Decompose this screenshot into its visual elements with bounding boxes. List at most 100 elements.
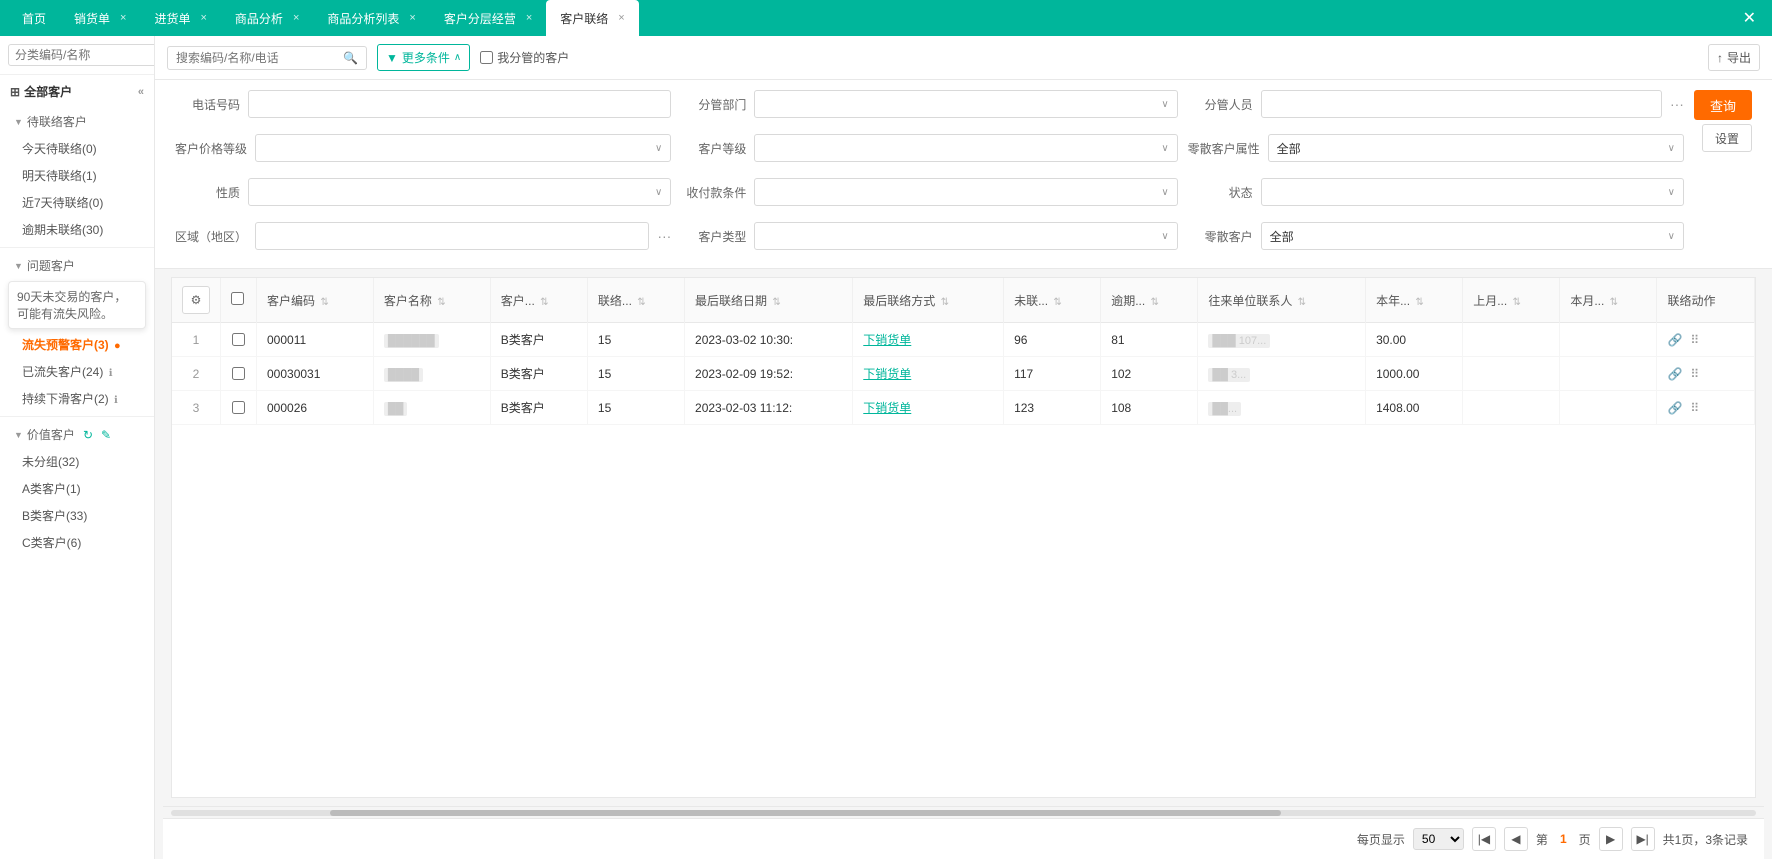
settings-button[interactable]: 设置 — [1702, 124, 1752, 152]
nature-select[interactable]: ∨ — [248, 178, 671, 206]
scrollbar-thumb[interactable] — [330, 810, 1281, 816]
phone-input[interactable] — [248, 90, 671, 118]
search-input-wrapper[interactable]: 🔍 — [167, 46, 367, 70]
tab-analysis-list-close[interactable]: × — [409, 12, 415, 24]
select-all-checkbox[interactable] — [231, 292, 244, 305]
customer-type-select[interactable]: ∨ — [754, 222, 1177, 250]
th-this-year[interactable]: 本年... ⇅ — [1366, 278, 1463, 323]
th-settings[interactable]: ⚙ — [172, 278, 221, 323]
tab-customer-layer-label: 客户分层经营 — [444, 10, 516, 27]
column-settings-icon[interactable]: ⚙ — [182, 286, 210, 314]
prev-page-button[interactable]: ◀ — [1504, 827, 1528, 851]
last-page-button[interactable]: ▶| — [1631, 827, 1655, 851]
sidebar-item-today[interactable]: 今天待联络(0) — [0, 135, 154, 162]
region-more-icon[interactable]: ··· — [657, 228, 671, 244]
status-select[interactable]: ∨ — [1261, 178, 1684, 206]
row-checkbox-cell[interactable] — [221, 391, 257, 425]
th-checkbox[interactable] — [221, 278, 257, 323]
tab-analysis-close[interactable]: × — [293, 12, 299, 24]
contact-icon[interactable]: 🔗 — [1667, 333, 1682, 347]
sidebar-item-tomorrow[interactable]: 明天待联络(1) — [0, 162, 154, 189]
sidebar-group-value[interactable]: ▼ 价值客户 ↻ ✎ — [0, 421, 154, 448]
refresh-icon[interactable]: ↻ — [83, 428, 93, 442]
row-last-method[interactable]: 下销货单 — [853, 357, 1004, 391]
my-customers-checkbox[interactable] — [480, 51, 493, 64]
more-action-icon[interactable]: ⠿ — [1690, 367, 1699, 381]
person-input[interactable] — [1261, 90, 1662, 118]
th-this-month[interactable]: 本月... ⇅ — [1560, 278, 1657, 323]
tab-home[interactable]: 首页 — [8, 0, 60, 36]
th-overdue[interactable]: 逾期... ⇅ — [1101, 278, 1198, 323]
sidebar-group-pending[interactable]: ▼ 待联络客户 — [0, 108, 154, 135]
contact-icon[interactable]: 🔗 — [1667, 367, 1682, 381]
my-customers-checkbox-label[interactable]: 我分管的客户 — [480, 49, 569, 66]
row-action[interactable]: 🔗 ⠿ — [1657, 323, 1755, 357]
export-button[interactable]: ↑ 导出 — [1708, 44, 1760, 71]
contact-icon[interactable]: 🔗 — [1667, 401, 1682, 415]
dept-select[interactable]: ∨ — [754, 90, 1177, 118]
th-contact-person[interactable]: 往来单位联系人 ⇅ — [1198, 278, 1366, 323]
th-last-date[interactable]: 最后联络日期 ⇅ — [685, 278, 853, 323]
row-action[interactable]: 🔗 ⠿ — [1657, 357, 1755, 391]
tab-sales-close[interactable]: × — [120, 12, 126, 24]
region-input[interactable] — [255, 222, 649, 250]
price-grade-select[interactable]: ∨ — [255, 134, 671, 162]
row-last-method[interactable]: 下销货单 — [853, 323, 1004, 357]
first-page-button[interactable]: |◀ — [1472, 827, 1496, 851]
sidebar-item-overdue[interactable]: 逾期未联络(30) — [0, 216, 154, 243]
next-page-button[interactable]: ▶ — [1599, 827, 1623, 851]
row-checkbox[interactable] — [232, 333, 245, 346]
sidebar-item-week[interactable]: 近7天待联络(0) — [0, 189, 154, 216]
retail-attr-value: 全部 — [1277, 140, 1301, 157]
row-checkbox-cell[interactable] — [221, 357, 257, 391]
sidebar-item-ungroup[interactable]: 未分组(32) — [0, 448, 154, 475]
customer-grade-select[interactable]: ∨ — [754, 134, 1177, 162]
chevron-down-icon-3: ∨ — [1161, 143, 1168, 154]
th-name[interactable]: 客户名称 ⇅ — [373, 278, 490, 323]
window-close-button[interactable]: ✕ — [1735, 8, 1764, 28]
more-conditions-button[interactable]: ▼ 更多条件 ∧ — [377, 44, 470, 71]
sidebar-collapse-icon[interactable]: « — [138, 86, 144, 98]
tab-analysis-list[interactable]: 商品分析列表 × — [313, 0, 429, 36]
more-action-icon[interactable]: ⠿ — [1690, 333, 1699, 347]
sidebar-all-customers[interactable]: ⊞ 全部客户 « — [0, 75, 154, 108]
sidebar-item-c-class[interactable]: C类客户(6) — [0, 529, 154, 556]
tab-sales[interactable]: 销货单 × — [60, 0, 140, 36]
th-last-method[interactable]: 最后联络方式 ⇅ — [853, 278, 1004, 323]
row-checkbox[interactable] — [232, 367, 245, 380]
per-page-select[interactable]: 50 100 200 — [1413, 828, 1464, 850]
tab-customer-layer[interactable]: 客户分层经营 × — [430, 0, 546, 36]
tab-customer-contact[interactable]: 客户联络 × — [546, 0, 638, 36]
horizontal-scrollbar[interactable] — [163, 806, 1764, 818]
retail-customer-select[interactable]: 全部 ∨ — [1261, 222, 1684, 250]
tab-customer-layer-close[interactable]: × — [526, 12, 532, 24]
sidebar-group-problem[interactable]: ▼ 问题客户 — [0, 252, 154, 279]
sidebar-search-input[interactable] — [8, 44, 155, 66]
th-last-month[interactable]: 上月... ⇅ — [1463, 278, 1560, 323]
th-contact-count[interactable]: 联络... ⇅ — [587, 278, 684, 323]
more-action-icon[interactable]: ⠿ — [1690, 401, 1699, 415]
th-type[interactable]: 客户... ⇅ — [490, 278, 587, 323]
tab-analysis[interactable]: 商品分析 × — [221, 0, 313, 36]
th-code[interactable]: 客户编码 ⇅ — [257, 278, 374, 323]
row-checkbox[interactable] — [232, 401, 245, 414]
sidebar-item-b-class[interactable]: B类客户(33) — [0, 502, 154, 529]
row-last-method[interactable]: 下销货单 — [853, 391, 1004, 425]
payment-select[interactable]: ∨ — [754, 178, 1177, 206]
scrollbar-track[interactable] — [171, 810, 1756, 816]
row-action[interactable]: 🔗 ⠿ — [1657, 391, 1755, 425]
retail-attr-select[interactable]: 全部 ∨ — [1268, 134, 1684, 162]
edit-icon[interactable]: ✎ — [101, 428, 111, 442]
query-button[interactable]: 查询 — [1694, 90, 1752, 120]
sidebar-item-churned[interactable]: 已流失客户(24) ℹ — [0, 358, 154, 385]
sidebar-item-a-class[interactable]: A类客户(1) — [0, 475, 154, 502]
search-input[interactable] — [176, 51, 339, 65]
row-checkbox-cell[interactable] — [221, 323, 257, 357]
th-uncontacted[interactable]: 未联... ⇅ — [1004, 278, 1101, 323]
tab-customer-contact-close[interactable]: × — [618, 12, 624, 24]
tab-purchase[interactable]: 进货单 × — [140, 0, 220, 36]
sidebar-item-churn-warning[interactable]: 流失预警客户(3) ● — [0, 331, 154, 358]
sidebar-item-declining[interactable]: 持续下滑客户(2) ℹ — [0, 385, 154, 412]
person-more-icon[interactable]: ··· — [1670, 96, 1684, 112]
tab-purchase-close[interactable]: × — [200, 12, 206, 24]
